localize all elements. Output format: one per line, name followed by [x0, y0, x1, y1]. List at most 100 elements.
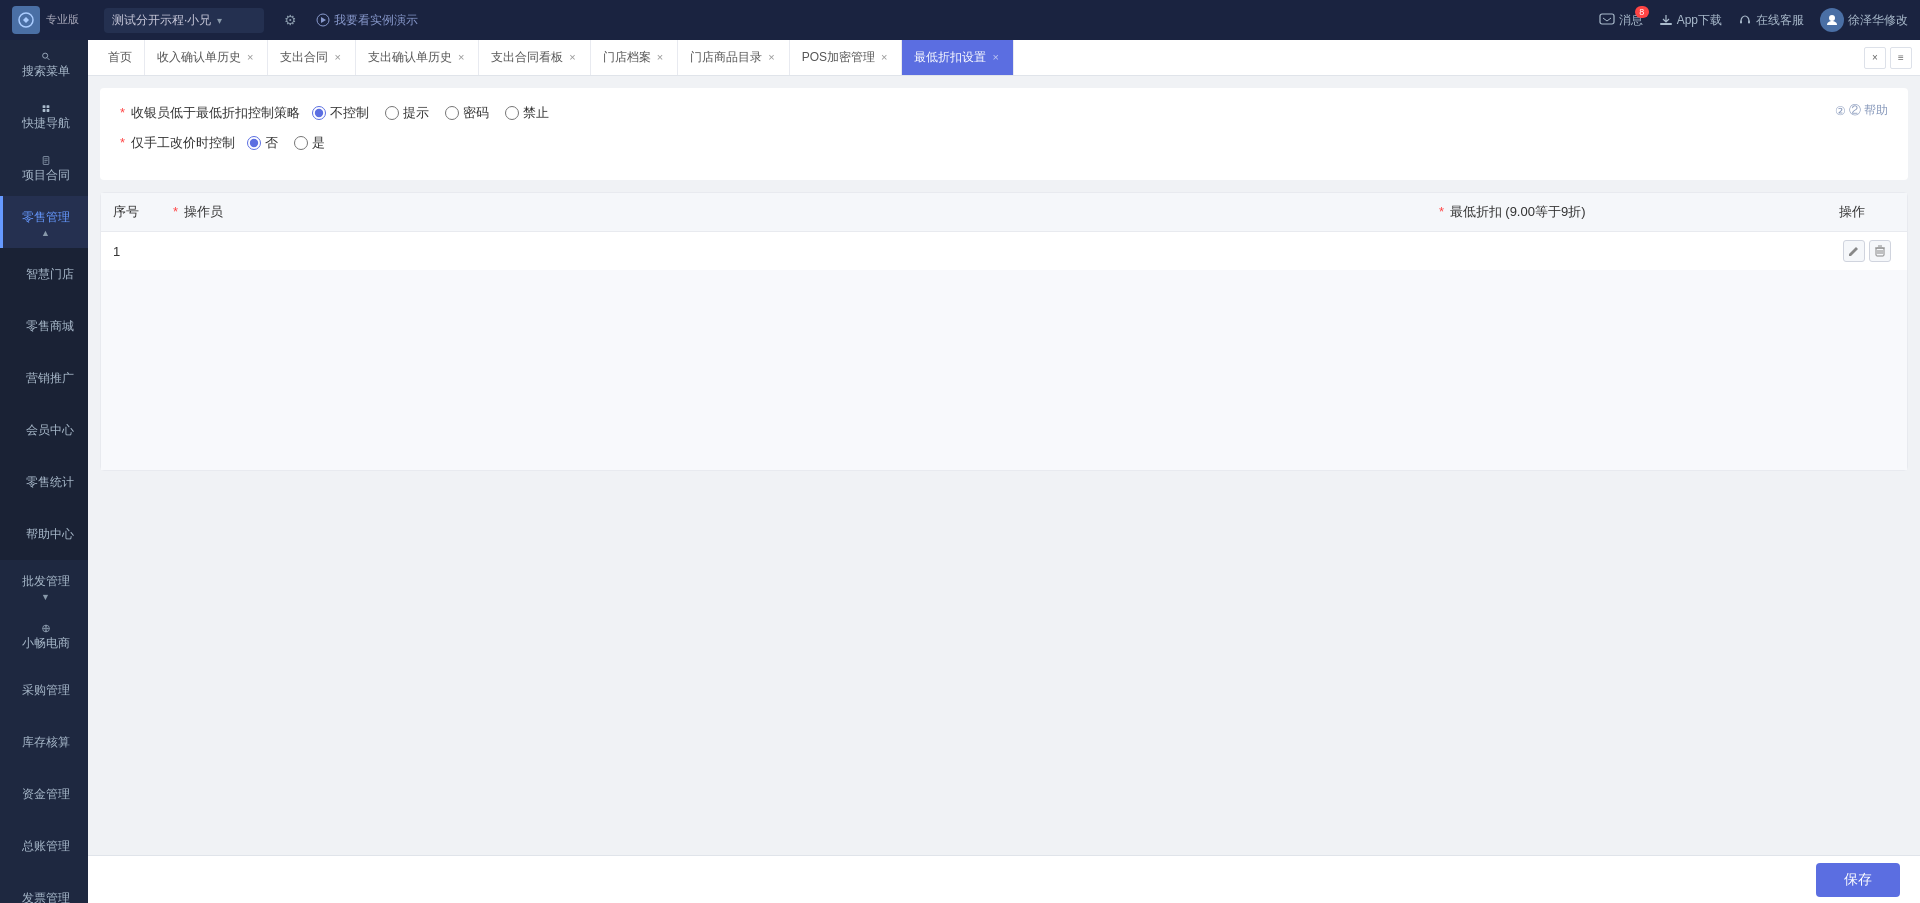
sidebar-label: 总账管理 [22, 838, 70, 855]
discount-control-radio-group: 不控制 提示 密码 禁止 [312, 104, 549, 122]
sidebar-label: 批发管理 [22, 573, 70, 590]
svg-rect-6 [1748, 21, 1750, 24]
sidebar-label: 库存核算 [22, 734, 70, 751]
tab-home[interactable]: 首页 [96, 40, 145, 76]
message-button[interactable]: 消息 8 [1599, 12, 1643, 29]
contract-icon [38, 156, 54, 165]
help-link[interactable]: ② ② 帮助 [1835, 102, 1888, 119]
svg-line-9 [47, 58, 49, 60]
cell-operator [161, 232, 1427, 271]
sidebar-label: 项目合同 [22, 167, 70, 184]
th-min-discount: * 最低折扣 (9.00等于9折) [1427, 193, 1827, 232]
close-tab-pos-password[interactable]: × [879, 51, 889, 64]
radio-forbid[interactable]: 禁止 [505, 104, 549, 122]
radio-no-control[interactable]: 不控制 [312, 104, 369, 122]
th-seq: 序号 [101, 193, 161, 232]
app-download-button[interactable]: App下载 [1659, 12, 1722, 29]
svg-point-8 [42, 53, 47, 58]
tab-menu-button[interactable]: ≡ [1890, 47, 1912, 69]
close-tab-payment-history[interactable]: × [456, 51, 466, 64]
sidebar-label: 小畅电商 [22, 635, 70, 652]
close-tab-income-history[interactable]: × [245, 51, 255, 64]
sidebar-item-marketing[interactable]: 营销推广 [0, 352, 88, 404]
sidebar-label: 营销推广 [26, 370, 74, 387]
tab-store-products[interactable]: 门店商品目录 × [678, 40, 789, 76]
sidebar-label: 零售商城 [26, 318, 74, 335]
sidebar-item-help[interactable]: 帮助中心 [0, 508, 88, 560]
close-tab-store-products[interactable]: × [766, 51, 776, 64]
close-all-tabs-button[interactable]: × [1864, 47, 1886, 69]
svg-marker-2 [321, 17, 326, 23]
delete-icon [1874, 245, 1886, 257]
svg-rect-13 [46, 109, 49, 112]
close-tab-payment-contract[interactable]: × [332, 51, 342, 64]
sidebar-item-purchase[interactable]: 采购管理 [0, 664, 88, 716]
sidebar-label: 发票管理 [22, 890, 70, 904]
close-tab-min-discount[interactable]: × [990, 51, 1000, 64]
table-row: 1 [101, 232, 1907, 271]
radio-yes[interactable]: 是 [294, 134, 325, 152]
sidebar-item-retail-stats[interactable]: 零售统计 [0, 456, 88, 508]
expand-arrow: ▼ [41, 592, 50, 602]
discount-control-row: * 收银员低于最低折扣控制策略 不控制 提示 [120, 104, 1888, 122]
sidebar-item-retail-mall[interactable]: 零售商城 [0, 300, 88, 352]
discount-table: 序号 * 操作员 * 最低折扣 (9.00等于9折) 操作 [101, 193, 1907, 270]
tab-payment-board[interactable]: 支出合同看板 × [479, 40, 590, 76]
sidebar-item-finance[interactable]: 资金管理 [0, 768, 88, 820]
discount-control-label: * 收银员低于最低折扣控制策略 [120, 104, 300, 122]
user-profile-button[interactable]: 徐泽华修改 [1820, 8, 1908, 32]
sidebar-item-shortcut[interactable]: 快捷导航 [0, 92, 88, 144]
th-operator: * 操作员 [161, 193, 1427, 232]
message-icon [1599, 12, 1615, 28]
sidebar-item-ledger[interactable]: 总账管理 [0, 820, 88, 872]
app-logo [12, 6, 40, 34]
tab-payment-history[interactable]: 支出确认单历史 × [356, 40, 479, 76]
edit-icon [1848, 245, 1860, 257]
tab-income-history[interactable]: 收入确认单历史 × [145, 40, 268, 76]
svg-rect-5 [1740, 21, 1742, 24]
online-service-button[interactable]: 在线客服 [1738, 12, 1804, 29]
play-icon [316, 13, 330, 27]
sidebar-item-wholesale[interactable]: 批发管理 ▼ [0, 560, 88, 612]
logo-area: 专业版 [12, 6, 92, 34]
sidebar-item-member[interactable]: 会员中心 [0, 404, 88, 456]
message-badge: 8 [1635, 6, 1649, 18]
sidebar-item-inventory[interactable]: 库存核算 [0, 716, 88, 768]
radio-password[interactable]: 密码 [445, 104, 489, 122]
download-icon [1659, 13, 1673, 27]
sidebar-label: 资金管理 [22, 786, 70, 803]
page-content: ② ② 帮助 * 收银员低于最低折扣控制策略 不控制 [88, 76, 1920, 855]
sidebar-label: 快捷导航 [22, 115, 70, 132]
settings-button[interactable]: ⚙ [276, 6, 304, 34]
radio-no[interactable]: 否 [247, 134, 278, 152]
save-button[interactable]: 保存 [1816, 863, 1900, 897]
radio-remind[interactable]: 提示 [385, 104, 429, 122]
delete-row-button[interactable] [1869, 240, 1891, 262]
tab-payment-contract[interactable]: 支出合同 × [268, 40, 355, 76]
tab-bar-actions: × ≡ [1864, 47, 1912, 69]
close-tab-payment-board[interactable]: × [567, 51, 577, 64]
manual-price-radio-group: 否 是 [247, 134, 325, 152]
close-tab-store-archive[interactable]: × [655, 51, 665, 64]
project-selector[interactable]: 测试分开示程·小兄 ▾ [104, 8, 264, 33]
sidebar-item-retail[interactable]: 零售管理 ▲ [0, 196, 88, 248]
sidebar: 搜索菜单 快捷导航 项目合同 [0, 40, 88, 903]
sidebar-label: 采购管理 [22, 682, 70, 699]
logo-label: 专业版 [46, 13, 79, 26]
demo-link[interactable]: 我要看实例演示 [316, 12, 418, 29]
project-dropdown-arrow: ▾ [217, 15, 222, 26]
sidebar-label: 搜索菜单 [22, 63, 70, 80]
sidebar-label: 帮助中心 [26, 526, 74, 543]
sidebar-item-ecommerce[interactable]: 小畅电商 [0, 612, 88, 664]
sidebar-item-invoice[interactable]: 发票管理 [0, 872, 88, 903]
sidebar-item-project[interactable]: 项目合同 [0, 144, 88, 196]
sidebar-item-search[interactable]: 搜索菜单 [0, 40, 88, 92]
tab-min-discount[interactable]: 最低折扣设置 × [902, 40, 1013, 76]
tab-store-archive[interactable]: 门店档案 × [591, 40, 678, 76]
form-panel: ② ② 帮助 * 收银员低于最低折扣控制策略 不控制 [100, 88, 1908, 180]
bottom-bar: 保存 [88, 855, 1920, 903]
edit-row-button[interactable] [1843, 240, 1865, 262]
sidebar-item-smart-store[interactable]: 智慧门店 [0, 248, 88, 300]
tab-pos-password[interactable]: POS加密管理 × [790, 40, 903, 76]
cell-seq: 1 [101, 232, 161, 271]
